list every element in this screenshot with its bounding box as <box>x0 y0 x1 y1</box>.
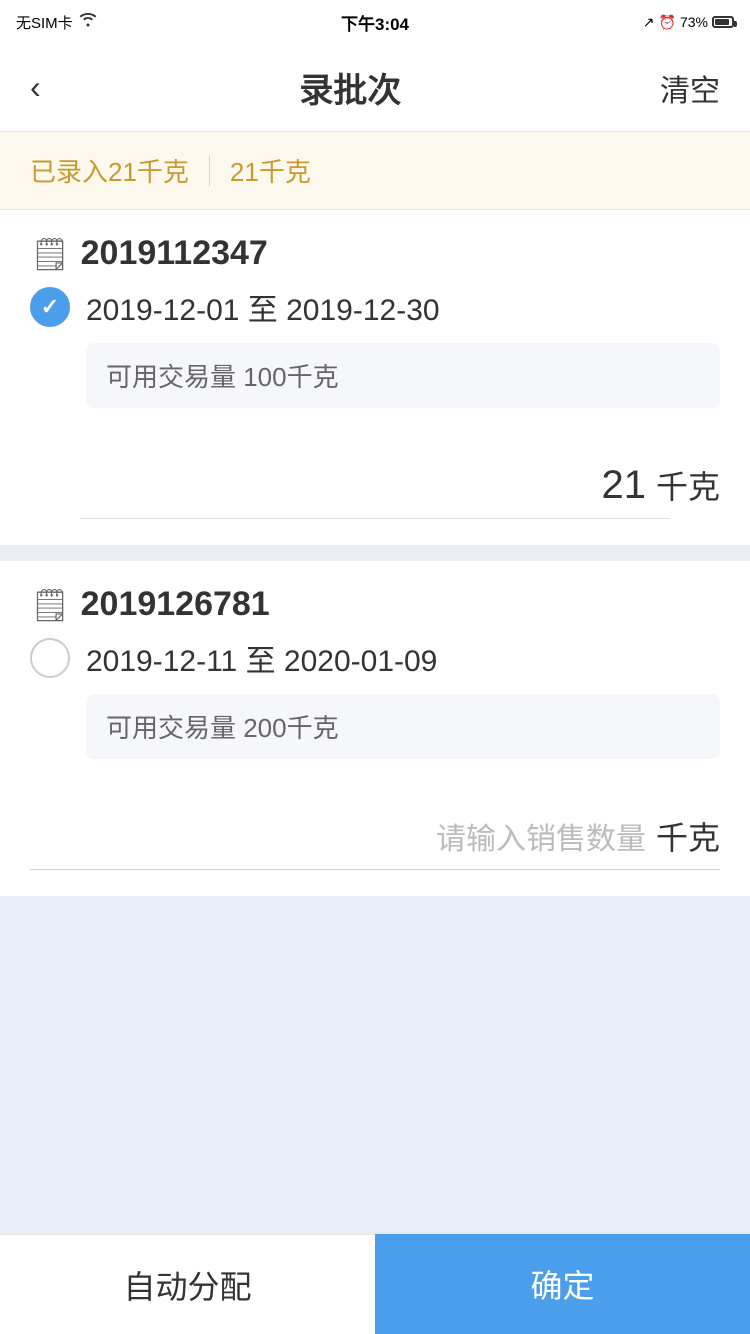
wifi-icon <box>79 13 97 31</box>
batch2-underline <box>30 869 720 870</box>
info-banner: 已录入21千克 21千克 <box>0 132 750 210</box>
status-bar: 无SIM卡 下午3:04 ↗ ⏰ 73% <box>0 0 750 44</box>
batch1-row: 2019-12-01 至 2019-12-30 <box>30 285 720 329</box>
batch1-card: 🗒 2019112347 2019-12-01 至 2019-12-30 可用交… <box>0 210 750 442</box>
batch2-icon: 🗒 <box>30 586 71 624</box>
batch2-header: 🗒 2019126781 <box>30 585 720 624</box>
info-value: 21千克 <box>230 152 311 189</box>
status-time: 下午3:04 <box>341 10 409 35</box>
alarm-icon: ⏰ <box>659 14 676 31</box>
batch1-qty-value: 21 <box>601 463 646 508</box>
battery-text: 73% <box>680 14 708 30</box>
back-button[interactable]: ‹ <box>30 69 41 106</box>
card-separator <box>0 545 750 561</box>
batch1-divider <box>80 518 670 519</box>
batch2-date-range: 2019-12-11 至 2020-01-09 <box>86 636 437 680</box>
batch2-available: 可用交易量 200千克 <box>86 694 720 759</box>
status-left: 无SIM卡 <box>16 12 97 33</box>
batch2-input-placeholder: 请输入销售数量 <box>30 814 646 858</box>
content-wrapper: 已录入21千克 21千克 🗒 2019112347 2019-12-01 至 2… <box>0 132 750 1296</box>
batch1-icon: 🗒 <box>30 235 71 273</box>
batch1-qty-unit: 千克 <box>656 462 720 508</box>
batch1-radio[interactable] <box>30 287 70 327</box>
batch2-id: 2019126781 <box>81 585 270 624</box>
batch1-date-range: 2019-12-01 至 2019-12-30 <box>86 285 440 329</box>
batch1-id: 2019112347 <box>81 234 268 273</box>
batch1-header: 🗒 2019112347 <box>30 234 720 273</box>
recorded-label: 已录入21千克 <box>30 152 189 189</box>
batch1-qty-section: 21 千克 <box>0 442 750 545</box>
clear-button[interactable]: 清空 <box>660 66 720 110</box>
bottom-bar: 自动分配 确定 <box>0 1234 750 1334</box>
batch2-row: 2019-12-11 至 2020-01-09 <box>30 636 720 680</box>
location-icon: ↗ <box>643 14 655 31</box>
batch2-input-row: 请输入销售数量 千克 <box>0 793 750 859</box>
batch1-qty-row: 21 千克 <box>0 442 750 508</box>
battery-icon <box>712 16 734 28</box>
confirm-button[interactable]: 确定 <box>375 1234 750 1334</box>
batch2-radio[interactable] <box>30 638 70 678</box>
info-divider <box>209 156 210 186</box>
batch1-available: 可用交易量 100千克 <box>86 343 720 408</box>
status-right: ↗ ⏰ 73% <box>643 14 734 31</box>
batch2-unit: 千克 <box>656 813 720 859</box>
batch2-input-section: 请输入销售数量 千克 <box>0 793 750 896</box>
sim-text: 无SIM卡 <box>16 12 73 33</box>
page-title: 录批次 <box>299 63 401 112</box>
auto-distribute-button[interactable]: 自动分配 <box>0 1234 375 1334</box>
nav-bar: ‹ 录批次 清空 <box>0 44 750 132</box>
batch2-card: 🗒 2019126781 2019-12-11 至 2020-01-09 可用交… <box>0 561 750 793</box>
